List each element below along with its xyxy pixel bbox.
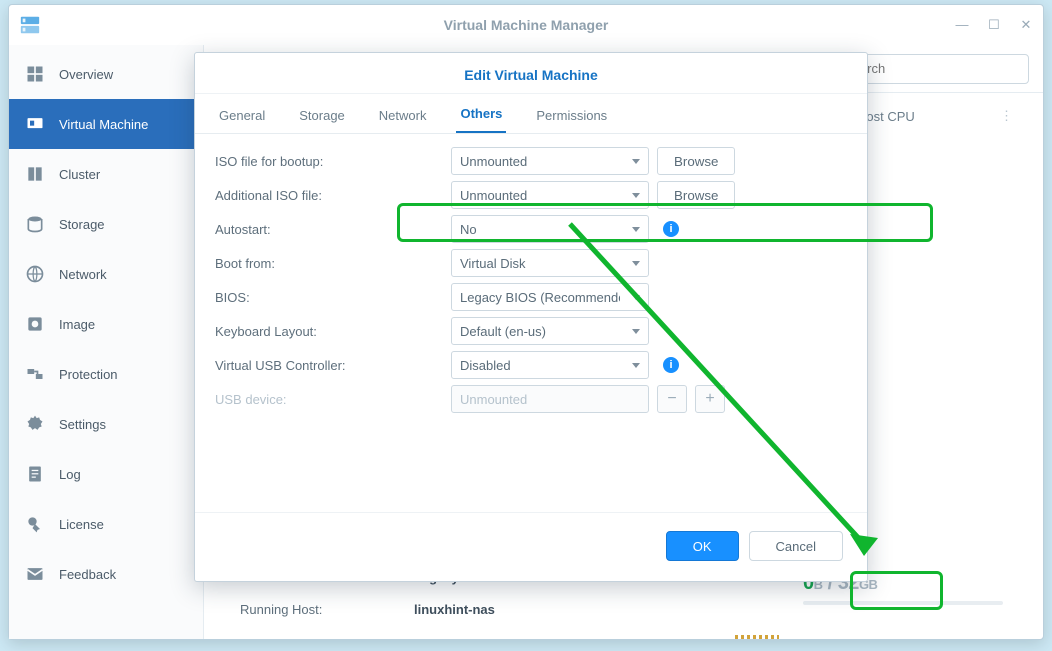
caret-down-icon (632, 261, 640, 266)
ok-button[interactable]: OK (666, 531, 739, 561)
sidebar-item-label: Network (59, 267, 107, 282)
titlebar: Virtual Machine Manager — ☐ ✕ (9, 5, 1043, 45)
caret-down-icon (632, 363, 640, 368)
app-icon (19, 14, 41, 36)
autostart-select[interactable]: No (451, 215, 649, 243)
sidebar-item-label: Protection (59, 367, 118, 382)
keyboard-label: Keyboard Layout: (215, 324, 443, 339)
sidebar-item-cluster[interactable]: Cluster (9, 149, 203, 199)
close-icon[interactable]: ✕ (1017, 17, 1035, 33)
license-icon (25, 514, 45, 534)
host-value: linuxhint-nas (414, 602, 495, 617)
edit-vm-dialog: Edit Virtual Machine General Storage Net… (194, 52, 868, 582)
dialog-form: ISO file for bootup: Unmounted Browse Addi… (195, 134, 867, 422)
feedback-icon (25, 564, 45, 584)
usbdev-select: Unmounted (451, 385, 649, 413)
usb-select[interactable]: Disabled (451, 351, 649, 379)
sidebar-item-label: Storage (59, 217, 105, 232)
sidebar-item-settings[interactable]: Settings (9, 399, 203, 449)
dialog-title: Edit Virtual Machine (195, 53, 867, 94)
dialog-tabs: General Storage Network Others Permissio… (195, 94, 867, 134)
sidebar-item-label: License (59, 517, 104, 532)
caret-down-icon (632, 329, 640, 334)
sidebar-item-license[interactable]: License (9, 499, 203, 549)
sidebar-item-label: Log (59, 467, 81, 482)
tab-others[interactable]: Others (456, 106, 506, 133)
iso-label: ISO file for bootup: (215, 154, 443, 169)
iso2-browse-button[interactable]: Browse (657, 181, 735, 209)
storage-icon (25, 214, 45, 234)
overview-icon (25, 64, 45, 84)
sidebar-item-label: Cluster (59, 167, 100, 182)
sidebar-item-protection[interactable]: Protection (9, 349, 203, 399)
sidebar-item-network[interactable]: Network (9, 249, 203, 299)
sidebar-item-log[interactable]: Log (9, 449, 203, 499)
bios-field-label: BIOS: (215, 290, 443, 305)
info-icon[interactable]: i (663, 221, 679, 237)
caret-down-icon (632, 159, 640, 164)
search-input[interactable] (844, 61, 1020, 76)
sidebar-item-label: Overview (59, 67, 113, 82)
sidebar-item-label: Feedback (59, 567, 116, 582)
cluster-icon (25, 164, 45, 184)
tab-general[interactable]: General (215, 108, 269, 133)
sidebar-item-image[interactable]: Image (9, 299, 203, 349)
iso-browse-button[interactable]: Browse (657, 147, 735, 175)
minimize-icon[interactable]: — (953, 17, 971, 33)
host-label: Running Host: (240, 602, 414, 617)
log-icon (25, 464, 45, 484)
table-cell: - (847, 135, 1023, 150)
maximize-icon[interactable]: ☐ (985, 17, 1003, 33)
settings-icon (25, 414, 45, 434)
iso2-select[interactable]: Unmounted (451, 181, 649, 209)
sidebar: Overview Virtual Machine Cluster Storage… (9, 45, 204, 639)
sidebar-item-storage[interactable]: Storage (9, 199, 203, 249)
info-icon[interactable]: i (663, 357, 679, 373)
dialog-footer: OK Cancel (195, 512, 867, 581)
protection-icon (25, 364, 45, 384)
sidebar-item-virtual-machine[interactable]: Virtual Machine (9, 99, 203, 149)
usb-label: Virtual USB Controller: (215, 358, 443, 373)
tab-permissions[interactable]: Permissions (532, 108, 611, 133)
iso2-label: Additional ISO file: (215, 188, 443, 203)
cancel-button[interactable]: Cancel (749, 531, 843, 561)
iso-select[interactable]: Unmounted (451, 147, 649, 175)
image-icon (25, 314, 45, 334)
bios-select[interactable]: Legacy BIOS (Recommended) (451, 283, 649, 311)
boot-label: Boot from: (215, 256, 443, 271)
caret-down-icon (632, 227, 640, 232)
remove-usb-button: − (657, 385, 687, 413)
window-title: Virtual Machine Manager (9, 17, 1043, 33)
vm-icon (25, 114, 45, 134)
autostart-label: Autostart: (215, 222, 443, 237)
usbdev-label: USB device: (215, 392, 443, 407)
add-usb-button: + (695, 385, 725, 413)
caret-down-icon (632, 295, 640, 300)
sidebar-item-overview[interactable]: Overview (9, 49, 203, 99)
sidebar-item-feedback[interactable]: Feedback (9, 549, 203, 599)
sidebar-item-label: Image (59, 317, 95, 332)
boot-select[interactable]: Virtual Disk (451, 249, 649, 277)
keyboard-select[interactable]: Default (en-us) (451, 317, 649, 345)
sidebar-item-label: Settings (59, 417, 106, 432)
tab-network[interactable]: Network (375, 108, 431, 133)
column-header-host-cpu[interactable]: Host CPU⋮ (847, 101, 1023, 131)
network-icon (25, 264, 45, 284)
caret-down-icon (632, 193, 640, 198)
tab-storage[interactable]: Storage (295, 108, 349, 133)
sidebar-item-label: Virtual Machine (59, 117, 148, 132)
